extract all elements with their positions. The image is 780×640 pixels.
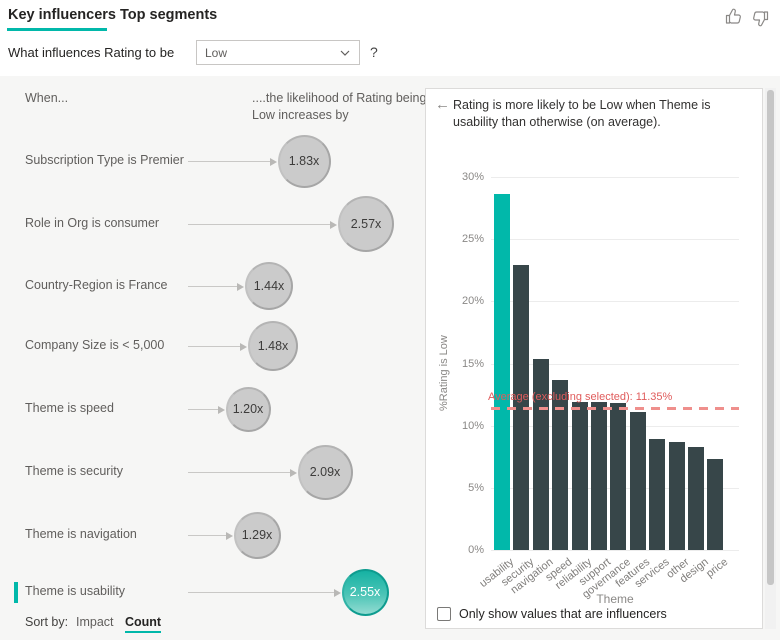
bar[interactable] bbox=[629, 411, 646, 550]
x-tick-label: price bbox=[703, 556, 730, 581]
thumbs-down-icon[interactable] bbox=[750, 9, 772, 31]
y-tick-label: 25% bbox=[461, 233, 484, 246]
influencer-bubble[interactable]: 2.55x bbox=[341, 568, 389, 616]
tab-top-segments[interactable]: Top segments bbox=[120, 7, 217, 23]
influencer-arrow bbox=[188, 220, 337, 229]
likelihood-header: ....the likelihood of Rating being Low i… bbox=[252, 91, 427, 122]
influencer-bubble[interactable]: 1.29x bbox=[233, 511, 281, 559]
influencer-label[interactable]: Role in Org is consumer bbox=[25, 216, 159, 230]
y-tick-label: 5% bbox=[468, 481, 484, 494]
influencer-bubble[interactable]: 2.57x bbox=[338, 196, 394, 252]
influencer-arrow bbox=[188, 588, 340, 597]
influencer-label[interactable]: Country-Region is France bbox=[25, 278, 167, 292]
active-tab-underline bbox=[7, 28, 107, 31]
x-axis-label: Theme bbox=[596, 592, 634, 606]
y-tick-label: 15% bbox=[461, 357, 484, 370]
rating-value-dropdown[interactable]: Low bbox=[196, 40, 360, 65]
influencer-bubble[interactable]: 1.44x bbox=[245, 262, 293, 310]
average-line-label: Average (excluding selected): 11.35% bbox=[488, 390, 673, 403]
gridline bbox=[491, 177, 739, 178]
bar[interactable] bbox=[649, 439, 666, 550]
influencer-label[interactable]: Theme is usability bbox=[25, 584, 125, 598]
average-line bbox=[491, 407, 739, 411]
thumbs-up-icon[interactable] bbox=[724, 6, 746, 28]
bar[interactable] bbox=[532, 358, 549, 550]
influencer-bubble[interactable]: 1.48x bbox=[248, 321, 298, 371]
tab-key-influencers[interactable]: Key influencers bbox=[8, 7, 116, 23]
influencer-arrow bbox=[188, 405, 224, 414]
influencer-bubble[interactable]: 2.09x bbox=[297, 444, 353, 500]
bar[interactable] bbox=[494, 194, 510, 550]
influencers-checkbox[interactable] bbox=[437, 607, 451, 621]
influencer-label[interactable]: Theme is security bbox=[25, 464, 123, 478]
bar[interactable] bbox=[571, 402, 588, 550]
y-tick-label: 30% bbox=[461, 171, 484, 183]
gridline bbox=[491, 239, 739, 241]
back-arrow-icon[interactable]: ← bbox=[435, 96, 450, 113]
influencer-arrow bbox=[188, 282, 244, 291]
y-tick-label: 0% bbox=[468, 544, 484, 556]
bar[interactable] bbox=[688, 446, 704, 550]
influencer-arrow bbox=[188, 342, 247, 351]
influencer-label[interactable]: Company Size is < 5,000 bbox=[25, 338, 164, 352]
influencer-arrow bbox=[188, 468, 296, 477]
influencer-bubble[interactable]: 1.83x bbox=[277, 134, 331, 188]
bar[interactable] bbox=[610, 403, 627, 550]
y-axis-label: %Rating is Low bbox=[438, 335, 450, 411]
sort-by-label: Sort by: bbox=[25, 615, 69, 629]
sort-option-impact[interactable]: Impact bbox=[76, 615, 114, 629]
selected-influencer-indicator bbox=[14, 582, 18, 603]
scrollbar-thumb[interactable] bbox=[767, 90, 774, 585]
bar[interactable] bbox=[591, 402, 607, 550]
y-tick-label: 10% bbox=[461, 419, 484, 432]
detail-panel: ← Rating is more likely to be Low when T… bbox=[425, 88, 763, 629]
bar[interactable] bbox=[552, 379, 569, 550]
gridline bbox=[491, 550, 739, 551]
influencer-label[interactable]: Subscription Type is Premier bbox=[25, 153, 184, 167]
bar[interactable] bbox=[668, 441, 685, 550]
key-influencers-visual: Key influencers Top segments What influe… bbox=[0, 0, 780, 640]
sort-option-count[interactable]: Count bbox=[125, 615, 162, 633]
detail-panel-title: Rating is more likely to be Low when The… bbox=[453, 98, 711, 129]
influencer-label[interactable]: Theme is navigation bbox=[25, 527, 137, 541]
chevron-down-icon bbox=[340, 50, 350, 56]
help-icon[interactable]: ? bbox=[370, 44, 378, 60]
influencer-arrow bbox=[188, 531, 232, 540]
influencer-label[interactable]: Theme is speed bbox=[25, 401, 114, 415]
influencer-bubble[interactable]: 1.20x bbox=[225, 386, 271, 432]
influence-question-label: What influences Rating to be bbox=[8, 45, 175, 60]
influencers-checkbox-label: Only show values that are influencers bbox=[459, 607, 667, 621]
influencer-arrow bbox=[188, 157, 276, 166]
when-header: When... bbox=[25, 91, 69, 105]
bar[interactable] bbox=[707, 459, 724, 550]
y-tick-label: 20% bbox=[461, 295, 484, 308]
dropdown-selected-value: Low bbox=[205, 45, 228, 60]
